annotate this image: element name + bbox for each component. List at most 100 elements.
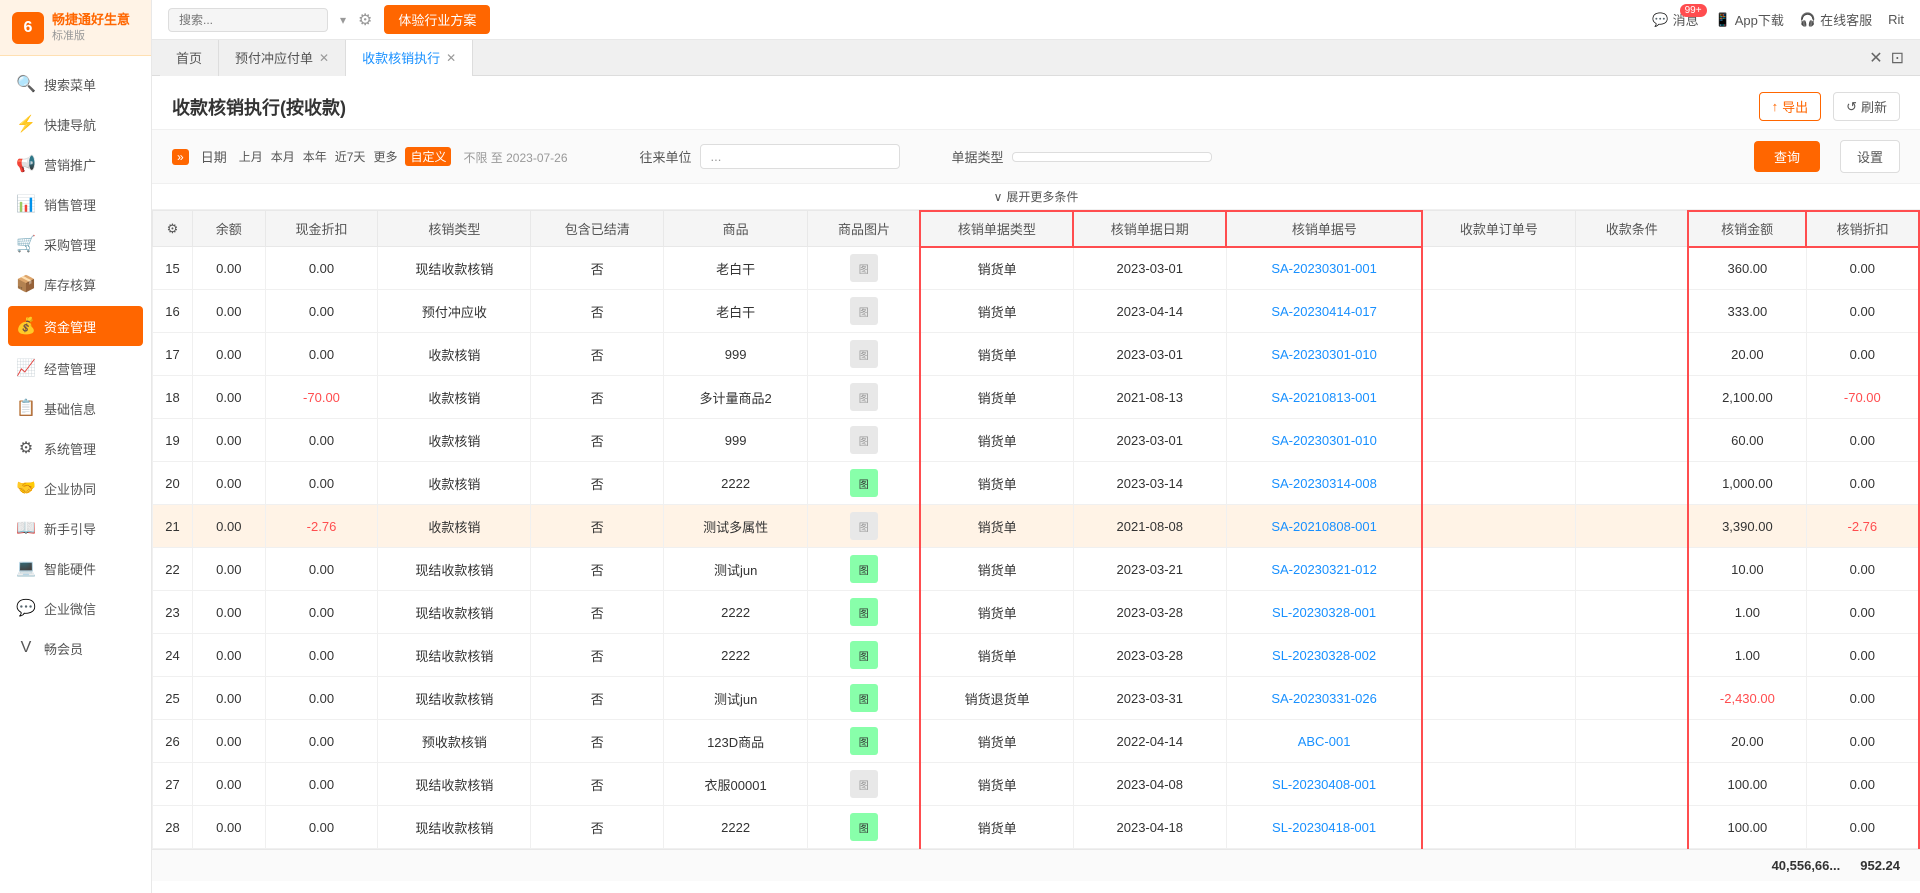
sidebar-item-资金管理[interactable]: 💰资金管理 [8, 306, 143, 346]
sidebar-item-销售管理[interactable]: 📊销售管理 [0, 184, 151, 224]
date-option-this-month[interactable]: 本月 [271, 148, 295, 165]
sidebar-item-系统管理[interactable]: ⚙系统管理 [0, 428, 151, 468]
cell-receipt-order-no [1422, 634, 1575, 677]
query-button[interactable]: 查询 [1754, 141, 1820, 172]
cell-verify-bill-date: 2022-04-14 [1073, 720, 1226, 763]
th-receipt-order-no: 收款单订单号 [1422, 211, 1575, 247]
th-gear[interactable]: ⚙ [153, 211, 193, 247]
topbar-search-input[interactable] [168, 8, 328, 32]
date-filter-label: 日期 [201, 147, 227, 166]
cell-receipt-order-no [1422, 677, 1575, 720]
cell-include-settled: 否 [531, 677, 664, 720]
verify-bill-no-link[interactable]: SA-20210813-001 [1271, 390, 1377, 405]
sidebar-item-快捷导航[interactable]: ⚡快捷导航 [0, 104, 151, 144]
sidebar-item-搜索菜单[interactable]: 🔍搜索菜单 [0, 64, 151, 104]
sidebar-item-企业微信[interactable]: 💬企业微信 [0, 588, 151, 628]
sidebar-item-新手引导[interactable]: 📖新手引导 [0, 508, 151, 548]
tab-首页[interactable]: 首页 [160, 40, 219, 76]
sidebar-item-经营管理[interactable]: 📈经营管理 [0, 348, 151, 388]
tab-close-icon[interactable]: ✕ [319, 51, 329, 65]
cell-verify-bill-date: 2023-03-28 [1073, 591, 1226, 634]
online-service-button[interactable]: 🎧 在线客服 [1800, 10, 1872, 29]
date-option-7-days[interactable]: 近7天 [335, 148, 366, 165]
date-option-more[interactable]: 更多 [373, 148, 397, 165]
sidebar-item-企业协同[interactable]: 🤝企业协同 [0, 468, 151, 508]
cell-verify-bill-no: SL-20230408-001 [1226, 763, 1422, 806]
cell-cash-discount: 0.00 [265, 677, 378, 720]
cell-verify-discount: 0.00 [1806, 677, 1919, 720]
date-option-last-month[interactable]: 上月 [239, 148, 263, 165]
sidebar-item-畅会员[interactable]: V畅会员 [0, 628, 151, 668]
sidebar-item-采购管理[interactable]: 🛒采购管理 [0, 224, 151, 264]
verify-bill-no-link[interactable]: SL-20230328-001 [1272, 605, 1376, 620]
topbar-dropdown-icon[interactable]: ▾ [340, 13, 346, 27]
cell-cash-discount: 0.00 [265, 462, 378, 505]
solution-button[interactable]: 体验行业方案 [384, 5, 490, 34]
expand-more-button[interactable]: ∨ 展开更多条件 [994, 188, 1079, 205]
settings-button[interactable]: 设置 [1840, 140, 1900, 173]
cell-verify-discount: 0.00 [1806, 591, 1919, 634]
message-button[interactable]: 💬 消息 99+ [1652, 10, 1698, 29]
cell-id: 25 [153, 677, 193, 720]
tab-close-icon[interactable]: ✕ [446, 51, 456, 65]
date-option-custom[interactable]: 自定义 [405, 147, 451, 166]
verify-bill-no-link[interactable]: ABC-001 [1298, 734, 1351, 749]
date-option-this-year[interactable]: 本年 [303, 148, 327, 165]
cell-verify-discount: -70.00 [1806, 376, 1919, 419]
cell-product: 999 [664, 333, 808, 376]
sidebar-item-库存核算[interactable]: 📦库存核算 [0, 264, 151, 304]
topbar-right: 💬 消息 99+ 📱 App下载 🎧 在线客服 Rit [1652, 10, 1904, 29]
cell-include-settled: 否 [531, 806, 664, 849]
cell-cash-discount: -70.00 [265, 376, 378, 419]
tab-预付冲应付单[interactable]: 预付冲应付单✕ [219, 40, 346, 76]
user-menu[interactable]: Rit [1888, 12, 1904, 27]
maximize-window-icon[interactable]: ⊡ [1891, 48, 1904, 68]
th-include-settled: 包含已结清 [531, 211, 664, 247]
from-unit-label: 往来单位 [640, 147, 692, 166]
app-download-button[interactable]: 📱 App下载 [1715, 10, 1784, 29]
table-row: 27 0.00 0.00 现结收款核销 否 衣服00001 图 销货单 2023… [153, 763, 1920, 806]
verify-bill-no-link[interactable]: SL-20230328-002 [1272, 648, 1376, 663]
verify-bill-no-link[interactable]: SA-20230301-001 [1271, 261, 1377, 276]
th-cash-discount: 现金折扣 [265, 211, 378, 247]
sidebar-item-营销推广[interactable]: 📢营销推广 [0, 144, 151, 184]
export-button[interactable]: ↑ 导出 [1759, 92, 1822, 121]
verify-bill-no-link[interactable]: SA-20230414-017 [1271, 304, 1377, 319]
product-image: 图 [850, 813, 878, 841]
cell-verify-amount: 20.00 [1688, 720, 1806, 763]
verify-bill-no-link[interactable]: SL-20230418-001 [1272, 820, 1376, 835]
close-window-icon[interactable]: ✕ [1869, 48, 1882, 68]
cell-id: 18 [153, 376, 193, 419]
th-product: 商品 [664, 211, 808, 247]
verify-bill-no-link[interactable]: SA-20230321-012 [1271, 562, 1377, 577]
verify-bill-no-link[interactable]: SA-20210808-001 [1271, 519, 1377, 534]
cell-id: 23 [153, 591, 193, 634]
message-icon: 💬 [1652, 12, 1668, 28]
cell-verify-bill-date: 2023-03-28 [1073, 634, 1226, 677]
tab-收款核销执行[interactable]: 收款核销执行✕ [346, 40, 473, 76]
cell-verify-discount: 0.00 [1806, 720, 1919, 763]
cell-verify-amount: 1,000.00 [1688, 462, 1806, 505]
th-receipt-condition: 收款条件 [1575, 211, 1688, 247]
cell-verify-discount: 0.00 [1806, 462, 1919, 505]
sidebar-item-基础信息[interactable]: 📋基础信息 [0, 388, 151, 428]
sidebar-item-智能硬件[interactable]: 💻智能硬件 [0, 548, 151, 588]
cell-verify-type: 现结收款核销 [378, 247, 531, 290]
cell-product: 老白干 [664, 247, 808, 290]
refresh-button[interactable]: ↺ 刷新 [1833, 92, 1900, 121]
verify-bill-no-link[interactable]: SL-20230408-001 [1272, 777, 1376, 792]
filter-expand-icon[interactable]: » [172, 149, 189, 165]
cell-balance: 0.00 [193, 591, 266, 634]
single-type-select[interactable] [1012, 152, 1212, 162]
cell-include-settled: 否 [531, 247, 664, 290]
brand-name: 畅捷通好生意 [52, 12, 130, 29]
verify-bill-no-link[interactable]: SA-20230301-010 [1271, 433, 1377, 448]
from-unit-input[interactable]: ... [700, 144, 900, 169]
topbar-gear-icon[interactable]: ⚙ [358, 10, 372, 30]
verify-bill-no-link[interactable]: SA-20230314-008 [1271, 476, 1377, 491]
verify-bill-no-link[interactable]: SA-20230301-010 [1271, 347, 1377, 362]
cell-receipt-condition [1575, 720, 1688, 763]
cell-cash-discount: 0.00 [265, 419, 378, 462]
verify-bill-no-link[interactable]: SA-20230331-026 [1271, 691, 1377, 706]
cell-verify-bill-date: 2023-03-01 [1073, 333, 1226, 376]
